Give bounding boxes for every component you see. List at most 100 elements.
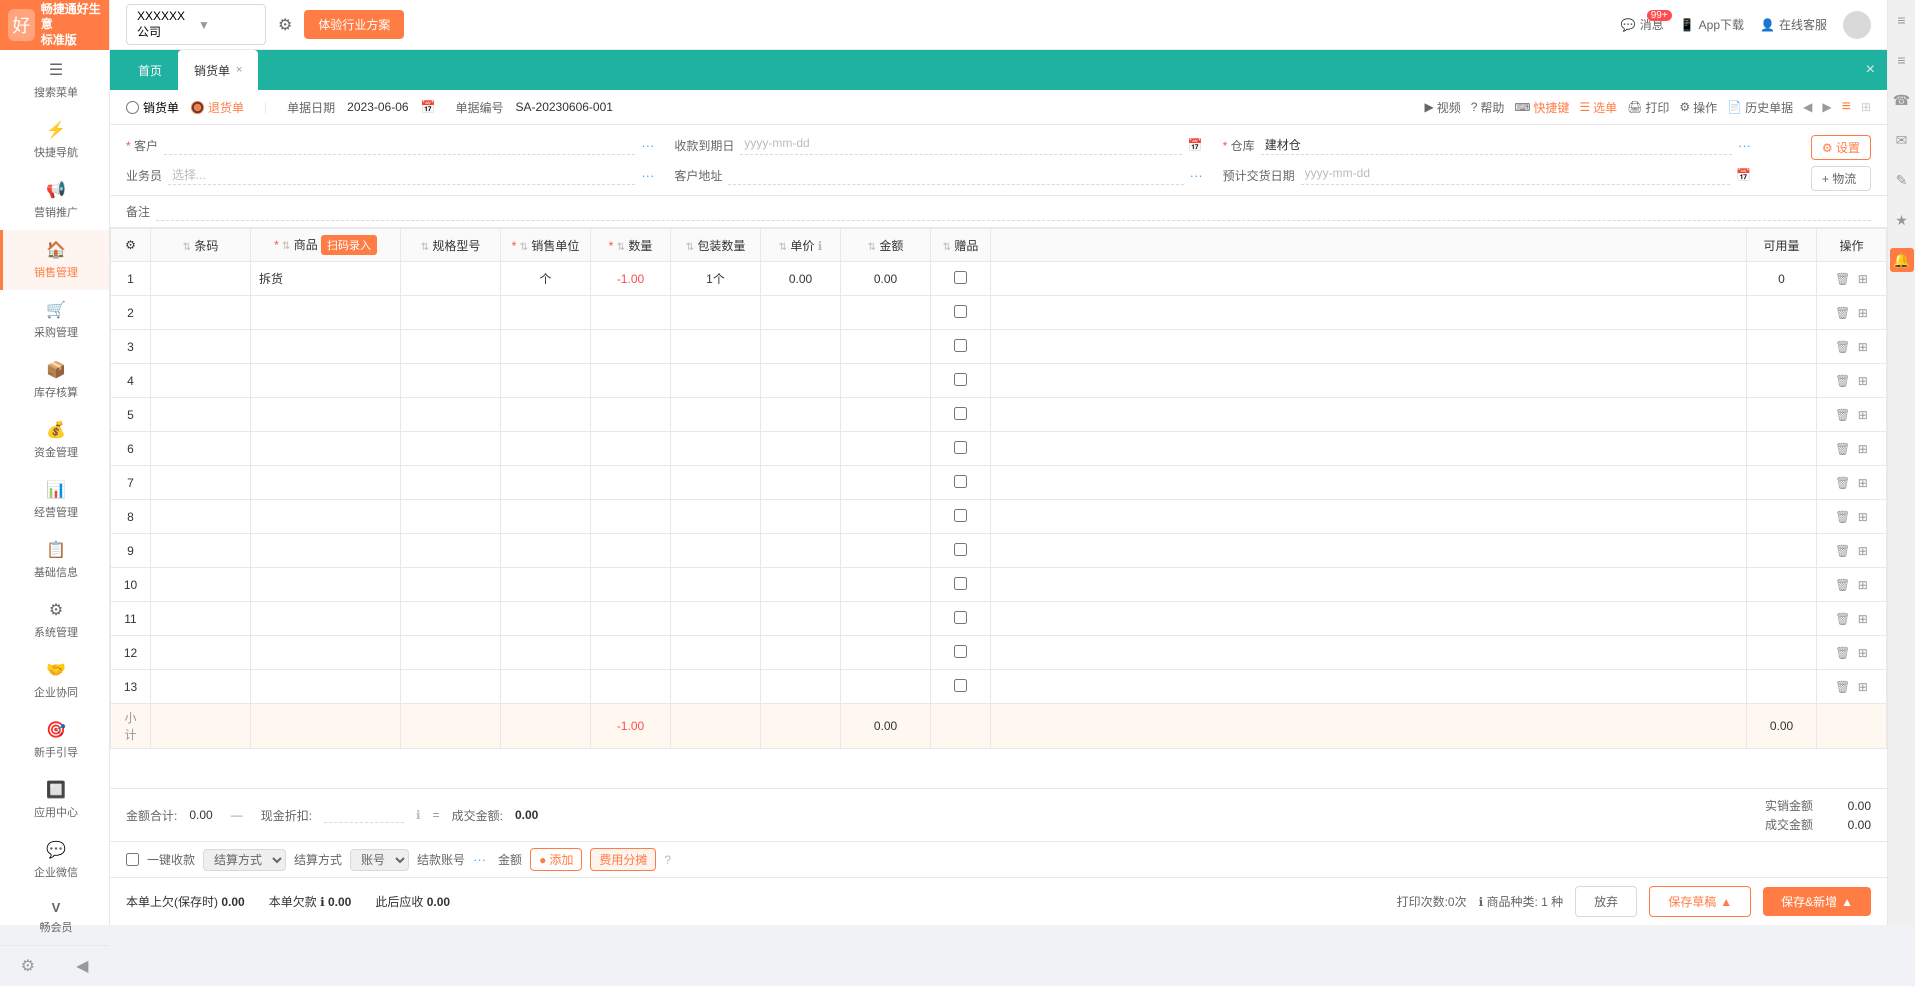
cell-gift[interactable] bbox=[931, 636, 991, 670]
sidebar-item-marketing[interactable]: 📢 营销推广 bbox=[0, 170, 109, 230]
gift-checkbox[interactable] bbox=[954, 679, 967, 692]
cell-product[interactable] bbox=[251, 500, 401, 534]
cell-unit[interactable] bbox=[501, 398, 591, 432]
toolbar-video[interactable]: ▶ 视频 bbox=[1424, 99, 1460, 116]
cell-product[interactable] bbox=[251, 534, 401, 568]
expense-info-icon[interactable]: ? bbox=[664, 853, 671, 867]
cell-pkg[interactable] bbox=[671, 636, 761, 670]
sidebar-item-vip[interactable]: V 畅会员 bbox=[0, 890, 109, 945]
cell-gift[interactable] bbox=[931, 262, 991, 296]
cell-spec[interactable] bbox=[401, 500, 501, 534]
sidebar-item-guide[interactable]: 🎯 新手引导 bbox=[0, 710, 109, 770]
logistics-button[interactable]: + 物流 bbox=[1811, 166, 1871, 191]
gift-checkbox[interactable] bbox=[954, 475, 967, 488]
discount-input[interactable] bbox=[324, 808, 404, 823]
cell-spec[interactable] bbox=[401, 534, 501, 568]
radio-sales-input[interactable] bbox=[126, 101, 139, 114]
cell-qty[interactable] bbox=[591, 500, 671, 534]
cell-amount[interactable] bbox=[841, 568, 931, 602]
cell-product[interactable] bbox=[251, 432, 401, 466]
cell-amount[interactable] bbox=[841, 364, 931, 398]
cell-qty[interactable] bbox=[591, 364, 671, 398]
copy-icon[interactable]: ⊞ bbox=[1858, 408, 1868, 422]
cell-unit[interactable] bbox=[501, 534, 591, 568]
tab-sales-order[interactable]: 销货单 × bbox=[178, 50, 258, 90]
delete-icon[interactable]: 🗑 bbox=[1835, 646, 1850, 660]
gift-checkbox[interactable] bbox=[954, 271, 967, 284]
customer-address-input[interactable] bbox=[728, 165, 1183, 185]
radio-return-input[interactable] bbox=[191, 101, 204, 114]
tab-close-icon[interactable]: × bbox=[236, 64, 242, 76]
company-selector[interactable]: XXXXXX公司 ▼ bbox=[126, 4, 266, 45]
th-settings[interactable]: ⚙ bbox=[111, 229, 151, 262]
gift-checkbox[interactable] bbox=[954, 611, 967, 624]
message-item[interactable]: 💬 消息 99+ bbox=[1621, 16, 1664, 33]
gift-checkbox[interactable] bbox=[954, 305, 967, 318]
cell-price[interactable] bbox=[761, 500, 841, 534]
sidebar-item-quicknav[interactable]: ⚡ 快捷导航 bbox=[0, 110, 109, 170]
sidebar-item-basic[interactable]: 📋 基础信息 bbox=[0, 530, 109, 590]
cell-price[interactable] bbox=[761, 364, 841, 398]
cell-amount[interactable] bbox=[841, 602, 931, 636]
cell-gift[interactable] bbox=[931, 330, 991, 364]
cell-unit[interactable] bbox=[501, 500, 591, 534]
cell-price[interactable] bbox=[761, 296, 841, 330]
cell-price[interactable] bbox=[761, 636, 841, 670]
delete-icon[interactable]: 🗑 bbox=[1835, 680, 1850, 694]
toolbar-history[interactable]: 📄 历史单据 bbox=[1727, 99, 1793, 116]
cell-qty[interactable] bbox=[591, 466, 671, 500]
cell-gift[interactable] bbox=[931, 432, 991, 466]
gift-checkbox[interactable] bbox=[954, 441, 967, 454]
cell-qty[interactable] bbox=[591, 602, 671, 636]
cell-qty[interactable]: -1.00 bbox=[591, 262, 671, 296]
customer-input[interactable] bbox=[164, 135, 635, 155]
delivery-calendar-icon[interactable]: 📅 bbox=[1736, 168, 1751, 182]
cell-gift[interactable] bbox=[931, 500, 991, 534]
view-grid-icon[interactable]: ⊞ bbox=[1861, 100, 1871, 114]
delete-icon[interactable]: 🗑 bbox=[1835, 544, 1850, 558]
view-list-icon[interactable]: ≡ bbox=[1842, 98, 1851, 116]
cell-gift[interactable] bbox=[931, 364, 991, 398]
cell-pkg[interactable] bbox=[671, 670, 761, 704]
cell-price[interactable] bbox=[761, 602, 841, 636]
spec-sort-icon[interactable]: ⇅ bbox=[421, 242, 429, 253]
right-panel-item-7[interactable]: 🔔 bbox=[1890, 248, 1914, 272]
cell-spec[interactable] bbox=[401, 636, 501, 670]
right-panel-item-5[interactable]: ✎ bbox=[1890, 168, 1914, 192]
cell-spec[interactable] bbox=[401, 670, 501, 704]
date-value[interactable]: 2023-06-06 bbox=[347, 100, 408, 114]
copy-icon[interactable]: ⊞ bbox=[1858, 476, 1868, 490]
warehouse-dots-icon[interactable]: ··· bbox=[1738, 138, 1751, 153]
cell-amount[interactable] bbox=[841, 500, 931, 534]
cell-amount[interactable] bbox=[841, 466, 931, 500]
cell-spec[interactable] bbox=[401, 466, 501, 500]
radio-sales[interactable]: 销货单 bbox=[126, 99, 179, 116]
cell-pkg[interactable] bbox=[671, 296, 761, 330]
radio-return[interactable]: 退货单 bbox=[191, 99, 244, 116]
cell-qty[interactable] bbox=[591, 670, 671, 704]
sidebar-item-wechat[interactable]: 💬 企业微信 bbox=[0, 830, 109, 890]
cell-pkg[interactable] bbox=[671, 534, 761, 568]
cell-barcode[interactable] bbox=[151, 296, 251, 330]
cell-product[interactable] bbox=[251, 296, 401, 330]
topbar-settings-icon[interactable]: ⚙ bbox=[278, 15, 292, 35]
salesperson-input[interactable]: 选择... bbox=[168, 165, 635, 185]
amount-sort-icon[interactable]: ⇅ bbox=[868, 242, 876, 253]
cell-barcode[interactable] bbox=[151, 432, 251, 466]
cell-barcode[interactable] bbox=[151, 398, 251, 432]
delete-icon[interactable]: 🗑 bbox=[1835, 510, 1850, 524]
save-button[interactable]: 保存&新增 ▲ bbox=[1763, 887, 1871, 916]
cell-product[interactable] bbox=[251, 636, 401, 670]
cell-amount[interactable] bbox=[841, 636, 931, 670]
cell-product[interactable] bbox=[251, 568, 401, 602]
address-dots-icon[interactable]: ··· bbox=[1190, 168, 1203, 183]
tabbar-close-icon[interactable]: × bbox=[1866, 61, 1875, 79]
discard-button[interactable]: 放弃 bbox=[1575, 886, 1637, 917]
cell-spec[interactable] bbox=[401, 364, 501, 398]
delete-icon[interactable]: 🗑 bbox=[1835, 306, 1850, 320]
expense-btn[interactable]: 费用分摊 bbox=[590, 848, 656, 871]
cell-qty[interactable] bbox=[591, 398, 671, 432]
gift-checkbox[interactable] bbox=[954, 407, 967, 420]
gift-checkbox[interactable] bbox=[954, 373, 967, 386]
sidebar-item-appcenter[interactable]: 🔲 应用中心 bbox=[0, 770, 109, 830]
